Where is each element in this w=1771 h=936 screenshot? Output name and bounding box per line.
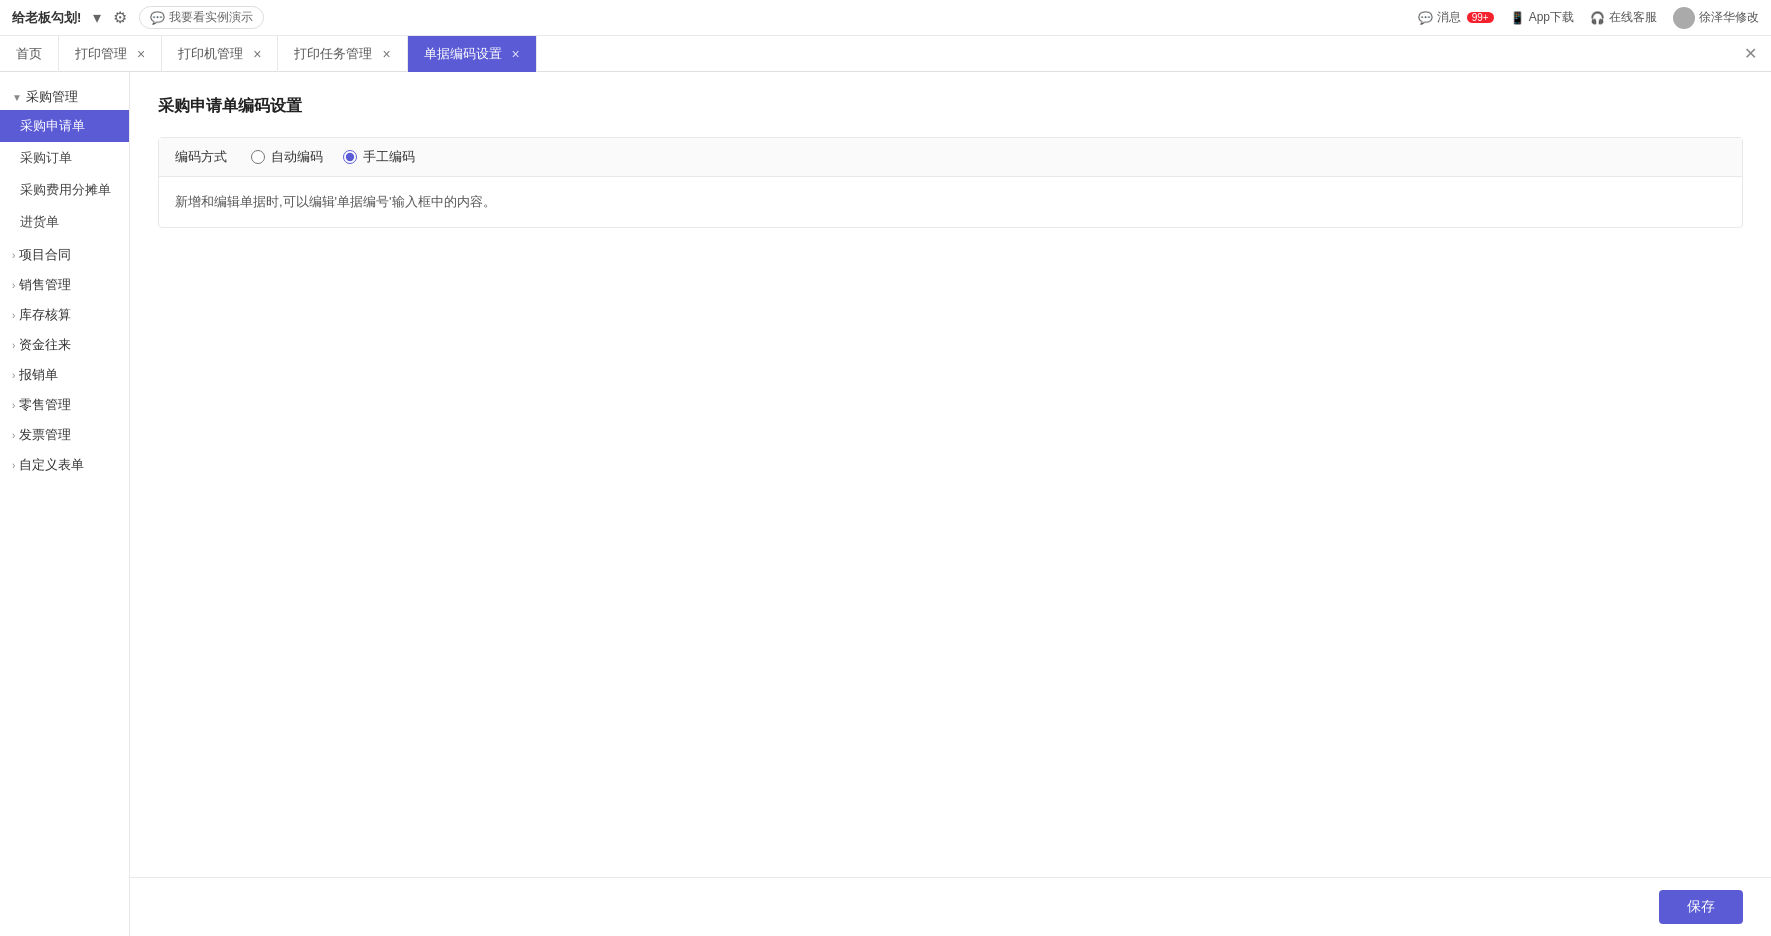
message-badge: 99+ [1467,12,1494,23]
auto-code-label: 自动编码 [271,148,323,166]
sidebar-group-funds-label: 资金往来 [19,336,71,354]
custom-form-arrow-icon: › [12,460,15,471]
headset-icon: 🎧 [1590,11,1605,25]
message-label: 消息 [1437,9,1461,26]
sidebar-group-invoice-label: 发票管理 [19,426,71,444]
save-button[interactable]: 保存 [1659,890,1743,924]
sidebar-group-project-label: 项目合同 [19,246,71,264]
invoice-arrow-icon: › [12,430,15,441]
page-title: 采购申请单编码设置 [158,96,1743,117]
tab-single-code-setting-close[interactable]: × [512,46,520,62]
sidebar-item-purchase-request[interactable]: 采购申请单 [0,110,129,142]
tab-home[interactable]: 首页 [0,36,59,72]
manual-code-radio[interactable] [343,150,357,164]
encoding-description-text: 新增和编辑单据时,可以编辑'单据编号'输入框中的内容。 [175,194,496,209]
user-profile[interactable]: 徐泽华修改 [1673,7,1759,29]
tab-printer-manage-label: 打印机管理 [178,45,243,63]
content-inner: 采购申请单编码设置 编码方式 自动编码 手工编码 [130,72,1771,877]
sidebar-item-purchase-order[interactable]: 采购订单 [0,142,129,174]
tab-single-code-setting[interactable]: 单据编码设置 × [408,36,537,72]
tab-print-task-label: 打印任务管理 [294,45,372,63]
tab-single-code-setting-label: 单据编码设置 [424,45,502,63]
sidebar-group-purchase-label: 采购管理 [26,88,78,106]
project-arrow-icon: › [12,250,15,261]
message-button[interactable]: 💬 消息 99+ [1418,9,1494,26]
user-name: 徐泽华修改 [1699,9,1759,26]
sidebar-item-purchase-order-label: 采购订单 [20,150,72,165]
sidebar-group-funds[interactable]: › 资金往来 [0,328,129,358]
avatar [1673,7,1695,29]
tab-bar-close-all[interactable]: ✕ [1730,44,1771,63]
tab-print-manage[interactable]: 打印管理 × [59,36,162,72]
phone-icon: 📱 [1510,11,1525,25]
auto-code-option[interactable]: 自动编码 [251,148,323,166]
prompt-text: 我要看实例演示 [169,9,253,26]
sidebar-group-expense-report[interactable]: › 报销单 [0,358,129,388]
retail-arrow-icon: › [12,400,15,411]
sidebar-group-custom-form[interactable]: › 自定义表单 [0,448,129,478]
encoding-radio-group: 自动编码 手工编码 [251,148,415,166]
sidebar-group-inventory-label: 库存核算 [19,306,71,324]
top-bar-right: 💬 消息 99+ 📱 App下载 🎧 在线客服 徐泽华修改 [1418,7,1759,29]
auto-code-radio[interactable] [251,150,265,164]
sidebar-group-expense-report-label: 报销单 [19,366,58,384]
sidebar-group-inventory[interactable]: › 库存核算 [0,298,129,328]
purchase-arrow-icon: ▼ [12,92,22,103]
tab-printer-manage[interactable]: 打印机管理 × [162,36,278,72]
settings-icon[interactable]: ⚙ [113,8,127,27]
online-service-button[interactable]: 🎧 在线客服 [1590,9,1657,26]
app-download-button[interactable]: 📱 App下载 [1510,9,1574,26]
sidebar-group-retail[interactable]: › 零售管理 [0,388,129,418]
online-service-label: 在线客服 [1609,9,1657,26]
sidebar-item-purchase-request-label: 采购申请单 [20,118,85,133]
manual-code-label: 手工编码 [363,148,415,166]
tab-print-task[interactable]: 打印任务管理 × [278,36,407,72]
inventory-arrow-icon: › [12,310,15,321]
top-bar: 给老板勾划! ▾ ⚙ 💬 我要看实例演示 💬 消息 99+ 📱 App下载 🎧 … [0,0,1771,36]
tab-home-label: 首页 [16,45,42,63]
sidebar-group-custom-form-label: 自定义表单 [19,456,84,474]
content-area: 采购申请单编码设置 编码方式 自动编码 手工编码 [130,72,1771,936]
funds-arrow-icon: › [12,340,15,351]
encoding-label: 编码方式 [175,148,227,166]
sidebar-group-purchase[interactable]: ▼ 采购管理 [0,80,129,110]
encoding-section: 编码方式 自动编码 手工编码 新增和编辑单据时,可以编辑'单据编号'输入框中的内 [158,137,1743,228]
prompt-icon: 💬 [150,11,165,25]
manual-code-option[interactable]: 手工编码 [343,148,415,166]
top-bar-left: 给老板勾划! ▾ ⚙ 💬 我要看实例演示 [12,6,264,29]
app-download-label: App下载 [1529,9,1574,26]
tab-print-manage-label: 打印管理 [75,45,127,63]
sidebar-group-project[interactable]: › 项目合同 [0,238,129,268]
tab-bar: 首页 打印管理 × 打印机管理 × 打印任务管理 × 单据编码设置 × ✕ [0,36,1771,72]
encoding-description: 新增和编辑单据时,可以编辑'单据编号'输入框中的内容。 [159,177,1742,227]
sidebar: ▼ 采购管理 采购申请单 采购订单 采购费用分摊单 进货单 › 项目合同 › 销… [0,72,130,936]
sidebar-group-invoice[interactable]: › 发票管理 [0,418,129,448]
tab-print-task-close[interactable]: × [382,46,390,62]
main-layout: ▼ 采购管理 采购申请单 采购订单 采购费用分摊单 进货单 › 项目合同 › 销… [0,72,1771,936]
tab-print-manage-close[interactable]: × [137,46,145,62]
app-logo: 给老板勾划! [12,9,81,27]
sidebar-item-purchase-expense-label: 采购费用分摊单 [20,182,111,197]
sales-arrow-icon: › [12,280,15,291]
message-icon: 💬 [1418,11,1433,25]
sidebar-group-retail-label: 零售管理 [19,396,71,414]
sidebar-group-sales[interactable]: › 销售管理 [0,268,129,298]
sidebar-item-purchase-expense[interactable]: 采购费用分摊单 [0,174,129,206]
content-footer: 保存 [130,877,1771,936]
sidebar-item-stock-in-label: 进货单 [20,214,59,229]
sidebar-item-stock-in[interactable]: 进货单 [0,206,129,238]
demo-prompt[interactable]: 💬 我要看实例演示 [139,6,264,29]
tab-printer-manage-close[interactable]: × [253,46,261,62]
expense-arrow-icon: › [12,370,15,381]
sidebar-group-sales-label: 销售管理 [19,276,71,294]
encoding-header: 编码方式 自动编码 手工编码 [159,138,1742,177]
dropdown-icon[interactable]: ▾ [93,8,101,27]
